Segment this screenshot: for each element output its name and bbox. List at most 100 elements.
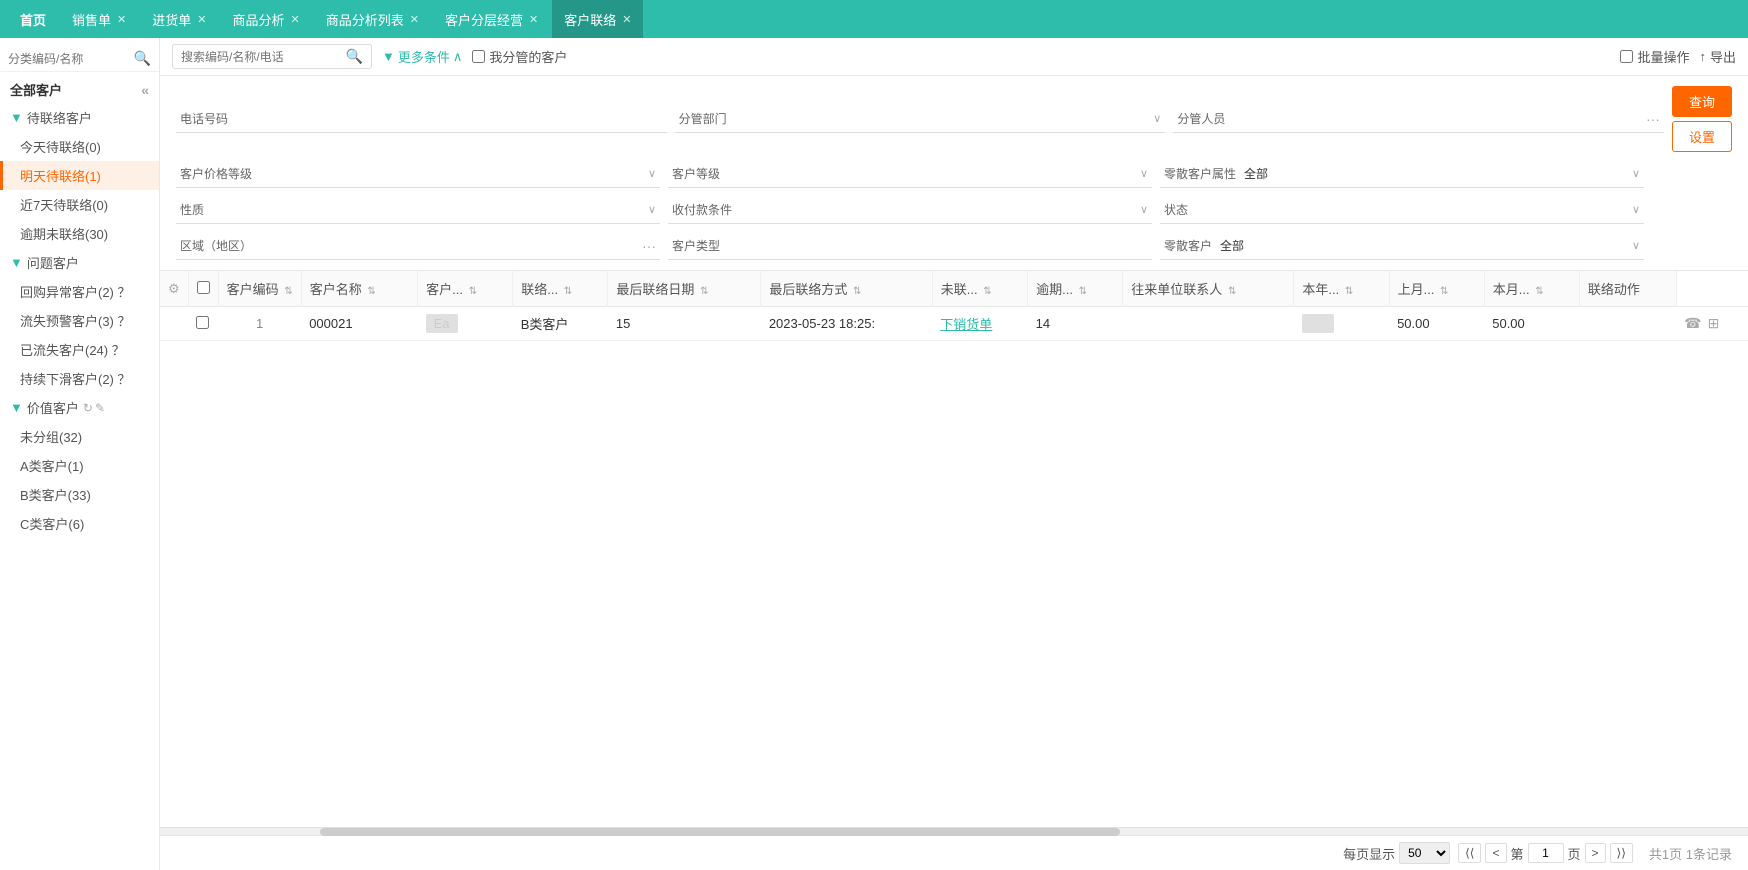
pagination-nav: ⟨⟨ < 第 页 > ⟩⟩ [1458,843,1633,863]
sidebar-churn-warning[interactable]: 流失预警客户(3) ？ [0,306,159,335]
sidebar-churned[interactable]: 已流失客户(24) ？ [0,335,159,364]
sidebar-search-icon[interactable]: 🔍 [134,50,151,67]
retail-attr-arrow-icon[interactable]: ∨ [1632,167,1640,180]
nature-arrow-icon[interactable]: ∨ [648,203,656,216]
payment-field[interactable]: 收付款条件 ∨ [668,196,1152,224]
region-field[interactable]: 区域（地区） ··· [176,232,660,260]
sidebar-class-c[interactable]: C类客户(6) [0,509,159,538]
prev-page-button[interactable]: < [1485,843,1506,863]
sort-contact-icon[interactable]: ⇅ [564,286,572,297]
sort-last-method-icon[interactable]: ⇅ [853,286,861,297]
price-grade-arrow-icon[interactable]: ∨ [648,167,656,180]
sidebar-repurchase-abnormal[interactable]: 回购异常客户(2) ？ [0,277,159,306]
sort-name-icon[interactable]: ⇅ [367,286,375,297]
retail-customer-field[interactable]: 零散客户 全部 ∨ [1160,232,1644,260]
sidebar-ungrouped[interactable]: 未分组(32) [0,422,159,451]
per-page-select[interactable]: 50 100 [1399,842,1450,864]
last-page-button[interactable]: ⟩⟩ [1610,843,1633,863]
filter-search-input[interactable] [181,50,346,64]
more-conditions-label: 更多条件 [398,47,450,66]
filter-search-icon[interactable]: 🔍 [346,48,363,65]
nav-customer-contact[interactable]: 客户联络 ✕ [552,0,643,38]
sort-type-icon[interactable]: ⇅ [469,286,477,297]
col-contact-count-label: 联络... [521,282,558,297]
customer-type-field[interactable]: 客户类型 [668,232,1152,260]
more-action-icon[interactable]: ⊞ [1708,315,1720,332]
page-number-input[interactable] [1528,843,1564,863]
next-page-button[interactable]: > [1585,843,1606,863]
settings-button[interactable]: 设置 [1672,121,1732,152]
more-conditions-button[interactable]: ▼ 更多条件 ∧ [382,47,462,66]
sort-this-month-icon[interactable]: ⇅ [1535,286,1543,297]
nav-analysis-list[interactable]: 商品分析列表 ✕ [314,0,431,38]
select-all-checkbox[interactable] [197,281,210,294]
nav-purchase[interactable]: 进货单 ✕ [140,0,218,38]
export-button[interactable]: ↑ 导出 [1699,47,1736,66]
my-customers-checkbox-container[interactable]: 我分管的客户 [472,47,567,66]
sidebar-tomorrow[interactable]: 明天待联络(1) [0,161,159,190]
sidebar-declining[interactable]: 持续下滑客户(2) ？ [0,364,159,393]
gear-icon[interactable]: ⚙ [168,281,180,296]
close-analysis-list-icon[interactable]: ✕ [410,13,419,26]
sort-code-icon[interactable]: ⇅ [284,286,292,297]
dept-field[interactable]: 分管部门 ∨ [675,105,1166,133]
my-customers-checkbox[interactable] [472,50,485,63]
batch-ops-checkbox[interactable] [1620,50,1633,63]
customer-grade-field[interactable]: 客户等级 ∨ [668,160,1152,188]
sidebar-week7[interactable]: 近7天待联络(0) [0,190,159,219]
region-dots-icon[interactable]: ··· [642,238,656,254]
row-last-month-cell: 50.00 [1484,307,1579,341]
query-button[interactable]: 查询 [1672,86,1732,117]
row-num: 1 [256,316,263,331]
retail-customer-arrow-icon[interactable]: ∨ [1632,239,1640,252]
price-grade-field[interactable]: 客户价格等级 ∨ [176,160,660,188]
nav-customer-tier[interactable]: 客户分层经营 ✕ [433,0,550,38]
all-customers-header[interactable]: 全部客户 « [0,76,159,103]
dept-arrow-icon[interactable]: ∨ [1153,112,1161,125]
value-edit-icon[interactable]: ✎ [95,401,105,415]
sidebar-today[interactable]: 今天待联络(0) [0,132,159,161]
sidebar-search-input[interactable] [8,52,134,66]
contact-action-icon[interactable]: ☎ [1684,315,1701,332]
nav-analysis[interactable]: 商品分析 ✕ [220,0,311,38]
close-purchase-icon[interactable]: ✕ [197,13,206,26]
col-overdue-label: 逾期... [1036,282,1073,297]
status-field[interactable]: 状态 ∨ [1160,196,1644,224]
close-sales-icon[interactable]: ✕ [117,13,126,26]
retail-attr-field[interactable]: 零散客户属性 全部 ∨ [1160,160,1644,188]
phone-field[interactable]: 电话号码 [176,105,667,133]
sort-last-month-icon[interactable]: ⇅ [1440,286,1448,297]
nav-sales[interactable]: 销售单 ✕ [60,0,138,38]
nature-field[interactable]: 性质 ∨ [176,196,660,224]
group-pending-contact[interactable]: ▼ 待联络客户 [0,103,159,132]
row-uncontacted: 14 [1036,316,1050,331]
row-last-method[interactable]: 下销货单 [940,317,992,332]
batch-ops-button[interactable]: 批量操作 [1620,47,1689,66]
col-last-date: 最后联络日期 ⇅ [608,271,761,307]
close-analysis-icon[interactable]: ✕ [291,13,300,26]
first-page-button[interactable]: ⟨⟨ [1458,843,1481,863]
sort-last-date-icon[interactable]: ⇅ [700,286,708,297]
group-problem-customers[interactable]: ▼ 问题客户 [0,248,159,277]
collapse-icon[interactable]: « [141,82,149,98]
row-checkbox[interactable] [196,316,209,329]
close-customer-contact-icon[interactable]: ✕ [622,13,631,26]
scrollbar[interactable] [160,827,1748,835]
group-value-customers[interactable]: ▼ 价值客户 ↻ ✎ [0,393,159,422]
manager-dots-icon[interactable]: ··· [1646,111,1660,127]
nav-home[interactable]: 首页 [8,0,58,38]
sort-overdue-icon[interactable]: ⇅ [1079,286,1087,297]
customer-grade-arrow-icon[interactable]: ∨ [1140,167,1148,180]
sidebar-class-a[interactable]: A类客户(1) [0,451,159,480]
sidebar-overdue[interactable]: 逾期未联络(30) [0,219,159,248]
sidebar-class-b[interactable]: B类客户(33) [0,480,159,509]
value-refresh-icon[interactable]: ↻ [83,401,93,415]
status-arrow-icon[interactable]: ∨ [1632,203,1640,216]
close-customer-tier-icon[interactable]: ✕ [529,13,538,26]
payment-arrow-icon[interactable]: ∨ [1140,203,1148,216]
sort-contact-person-icon[interactable]: ⇅ [1228,286,1236,297]
sort-uncontacted-icon[interactable]: ⇅ [983,286,991,297]
manager-field[interactable]: 分管人员 ··· [1173,105,1664,133]
scrollbar-thumb[interactable] [320,828,1120,836]
sort-this-year-icon[interactable]: ⇅ [1345,286,1353,297]
